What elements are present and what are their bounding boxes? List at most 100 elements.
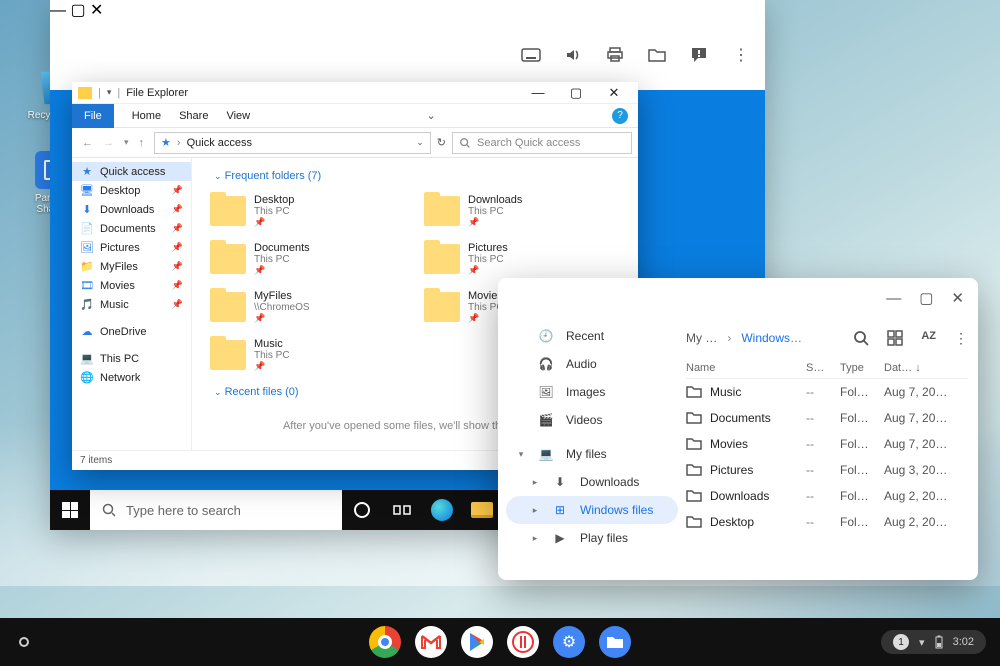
search-icon[interactable] (853, 330, 869, 347)
file-row[interactable]: Music--Fol…Aug 7, 20… (686, 379, 968, 405)
folder-tile[interactable]: MyFiles\\ChromeOS📌 (206, 286, 410, 328)
column-header[interactable]: Name (686, 362, 806, 374)
task-view-icon[interactable] (382, 490, 422, 530)
feedback-icon[interactable] (689, 45, 709, 65)
explorer-icon[interactable] (462, 490, 502, 530)
sidebar-item[interactable]: ▸▶Play files (506, 524, 678, 552)
sort-icon[interactable]: AZ (921, 330, 936, 347)
sound-icon[interactable] (563, 45, 583, 65)
sidebar-item[interactable]: ★Quick access (72, 162, 191, 181)
help-icon[interactable]: ? (612, 108, 628, 124)
folder-icon[interactable] (647, 45, 667, 65)
print-icon[interactable] (605, 45, 625, 65)
address-bar[interactable]: ★ › Quick access ⌄ (154, 132, 431, 154)
maximize-icon[interactable]: ▢ (919, 289, 933, 307)
sidebar-item[interactable]: 🎬 Videos (506, 406, 678, 434)
maximize-icon[interactable]: ▢ (562, 85, 590, 101)
grid-view-icon[interactable] (887, 330, 903, 347)
gmail-icon[interactable] (415, 626, 447, 658)
sidebar-item[interactable]: ☁OneDrive (72, 322, 191, 341)
maximize-icon[interactable]: ▢ (70, 2, 85, 19)
group-header[interactable]: Recent files (0) (225, 386, 299, 398)
launcher-button[interactable] (0, 637, 48, 647)
close-icon[interactable]: ✕ (600, 85, 628, 101)
parallels-app-icon[interactable] (507, 626, 539, 658)
sidebar-item[interactable]: ▸⬇Downloads (506, 468, 678, 496)
minimize-icon[interactable]: — (524, 85, 552, 101)
ribbon-toggle-icon[interactable]: ⌄ (426, 109, 435, 122)
expand-icon[interactable]: ▸ (530, 533, 540, 544)
keyboard-icon[interactable] (521, 45, 541, 65)
minimize-icon[interactable]: — (886, 290, 901, 307)
folder-tile[interactable]: DownloadsThis PC📌 (420, 190, 624, 232)
chrome-icon[interactable] (369, 626, 401, 658)
sidebar-item[interactable]: 🖼Images (506, 378, 678, 406)
back-icon[interactable]: ← (82, 137, 93, 149)
sort-desc-icon[interactable]: ↓ (915, 362, 921, 374)
sidebar-item[interactable]: 📄Documents📌 (72, 219, 191, 238)
folder-tile[interactable]: PicturesThis PC📌 (420, 238, 624, 280)
files-app-icon[interactable] (599, 626, 631, 658)
file-row[interactable]: Documents--Fol…Aug 7, 20… (686, 405, 968, 431)
sidebar-item[interactable]: 💻This PC (72, 349, 191, 368)
sidebar-item[interactable]: ⬇Downloads📌 (72, 200, 191, 219)
view-tab[interactable]: View (226, 110, 250, 122)
more-icon[interactable]: ⋮ (731, 45, 751, 65)
forward-icon[interactable]: → (103, 137, 114, 149)
expand-icon[interactable]: ▾ (516, 449, 526, 460)
folder-tile[interactable]: DocumentsThis PC📌 (206, 238, 410, 280)
settings-icon[interactable]: ⚙ (553, 626, 585, 658)
column-header[interactable]: Dat… (884, 362, 912, 374)
up-icon[interactable]: ↑ (139, 137, 145, 149)
sidebar-label: Videos (566, 413, 602, 427)
more-icon[interactable]: ⋮ (954, 330, 968, 347)
path-dropdown-icon[interactable]: ⌄ (416, 137, 424, 148)
sidebar-item[interactable]: ▸⊞Windows files (506, 496, 678, 524)
sidebar-item[interactable]: 🖼Pictures📌 (72, 238, 191, 257)
group-toggle-icon[interactable]: ⌄ (214, 387, 222, 397)
file-row[interactable]: Downloads--Fol…Aug 2, 20… (686, 483, 968, 509)
expand-icon[interactable]: ▸ (530, 477, 540, 488)
taskbar-search[interactable]: Type here to search (90, 490, 342, 530)
music-icon: 🎵 (80, 298, 94, 311)
system-tray[interactable]: 1 ▾ 3:02 (867, 630, 1000, 654)
file-type: Fol… (840, 385, 884, 399)
sidebar-item[interactable]: 🎞Movies📌 (72, 276, 191, 295)
explorer-search[interactable]: Search Quick access (452, 132, 632, 154)
column-header[interactable]: S… (806, 362, 840, 374)
breadcrumb-item[interactable]: Windows… (741, 331, 802, 345)
expand-icon[interactable]: ▸ (530, 505, 540, 516)
dropdown-icon[interactable]: ▾ (107, 87, 112, 98)
file-row[interactable]: Movies--Fol…Aug 7, 20… (686, 431, 968, 457)
start-button[interactable] (50, 490, 90, 530)
file-row[interactable]: Pictures--Fol…Aug 3, 20… (686, 457, 968, 483)
sidebar-item[interactable]: 🎧Audio (506, 350, 678, 378)
file-tab[interactable]: File (72, 104, 114, 128)
refresh-icon[interactable]: ↻ (437, 136, 446, 149)
recent-dropdown-icon[interactable]: ▾ (124, 137, 129, 149)
folder-tile[interactable]: MusicThis PC📌 (206, 334, 410, 376)
play-store-icon[interactable] (461, 626, 493, 658)
column-header[interactable]: Type (840, 362, 884, 374)
folder-tile[interactable]: DesktopThis PC📌 (206, 190, 410, 232)
sidebar-item[interactable]: 🕘Recent (506, 322, 678, 350)
file-row[interactable]: Desktop--Fol…Aug 2, 20… (686, 509, 968, 535)
minimize-icon[interactable]: — (50, 2, 66, 19)
share-tab[interactable]: Share (179, 110, 208, 122)
close-icon[interactable]: ✕ (951, 289, 964, 307)
sidebar-item[interactable]: 📁MyFiles📌 (72, 257, 191, 276)
edge-icon[interactable] (422, 490, 462, 530)
sidebar-item[interactable]: ▾💻My files (506, 440, 678, 468)
close-icon[interactable]: ✕ (90, 2, 103, 19)
sidebar-item[interactable]: 🌐Network (72, 368, 191, 387)
group-toggle-icon[interactable]: ⌄ (214, 171, 222, 181)
sidebar-item[interactable]: 🖥Desktop📌 (72, 181, 191, 200)
cortana-icon[interactable] (342, 490, 382, 530)
sidebar-item[interactable]: 🎵Music📌 (72, 295, 191, 314)
notification-badge[interactable]: 1 (893, 634, 909, 650)
breadcrumb-item[interactable]: My … (686, 331, 717, 345)
home-tab[interactable]: Home (132, 110, 161, 122)
video-icon: 🎬 (538, 413, 554, 427)
group-header[interactable]: Frequent folders (7) (225, 170, 322, 182)
sidebar-label: My files (566, 447, 607, 461)
